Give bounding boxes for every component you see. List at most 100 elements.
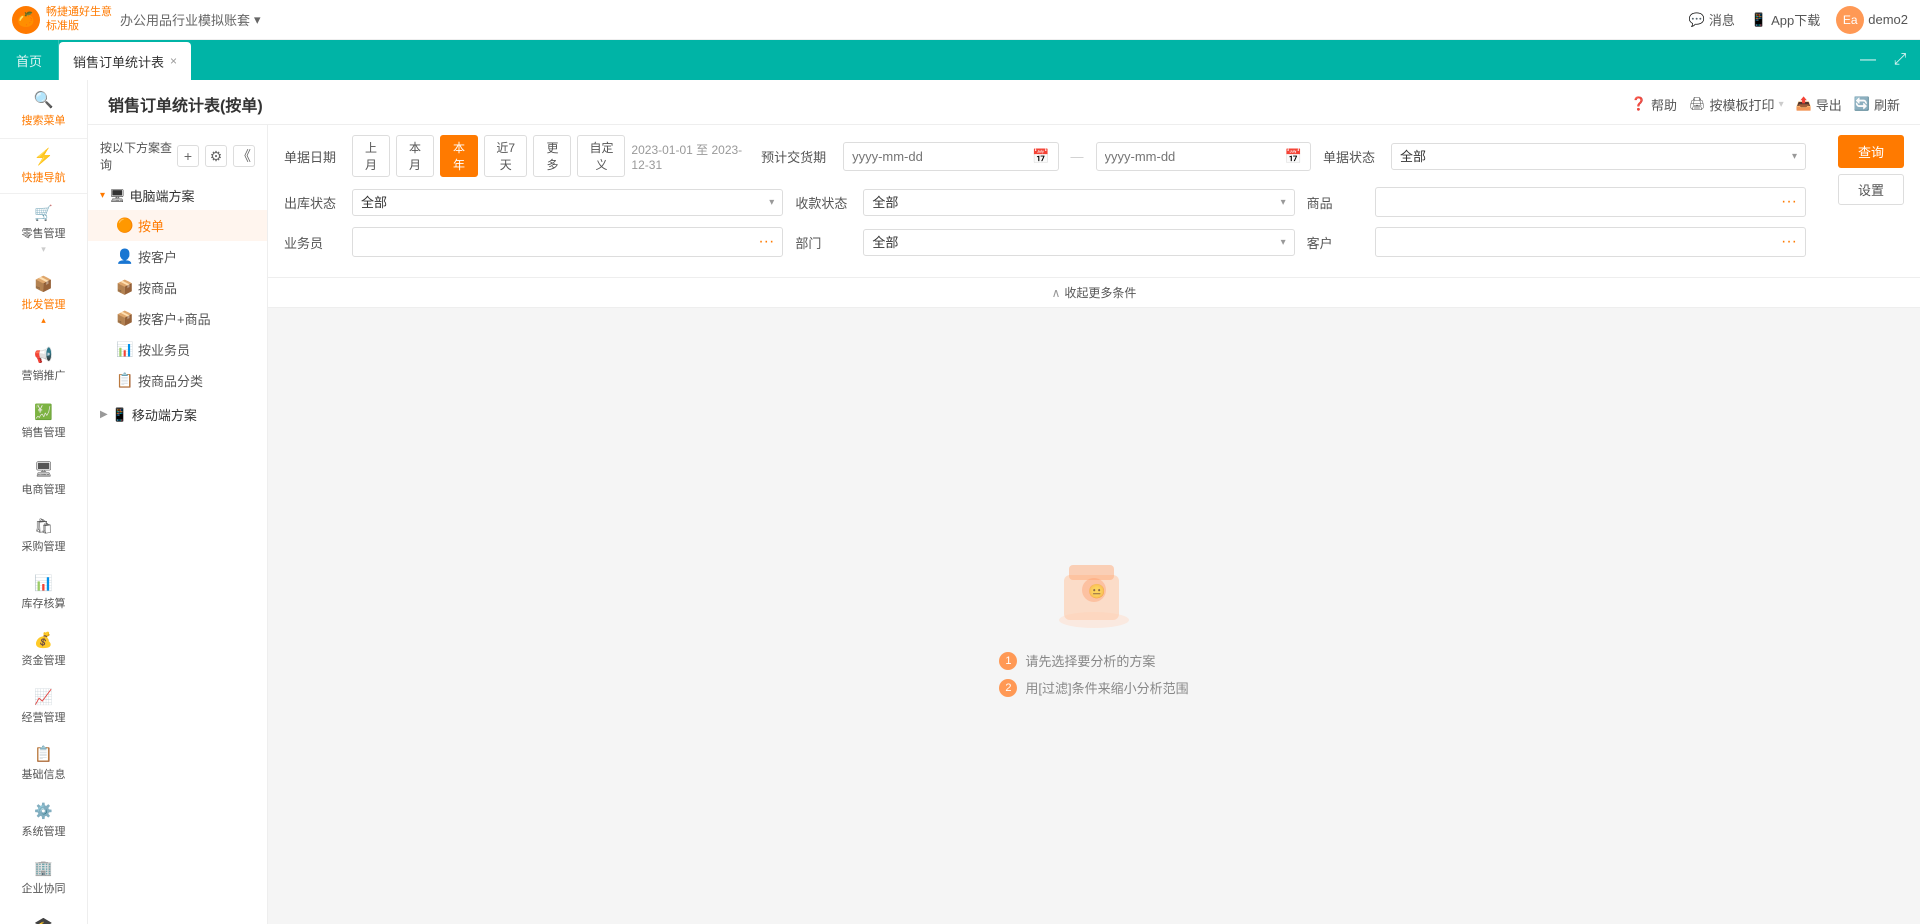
right-area: 单据日期 上月 本月 本年 近7天 更多 自定义 2023-01-01 至 20… [268,125,1920,924]
scheme-add-button[interactable]: + [177,145,199,167]
salesperson-input-wrap[interactable]: ··· [352,227,783,257]
delivery-select-wrap: 全部 ▾ [352,189,783,216]
help-icon: ❓ [1631,96,1647,112]
sidebar-item-ecommerce[interactable]: 🖥 电商管理 [0,450,87,507]
tip-2-text: 用[过滤]条件来缩小分析范围 [1025,678,1188,697]
payment-select[interactable]: 全部 [872,195,1280,210]
marketing-icon: 📢 [34,346,53,364]
app-download-button[interactable]: 📱 App下载 [1751,10,1820,29]
date-btn-this-month[interactable]: 本月 [396,135,434,177]
breadcrumb-text: 办公用品行业模拟账套 [120,10,250,29]
date-btn-more[interactable]: 更多 [533,135,571,177]
scheme-section-mobile: ▶ 📱 移动端方案 [88,400,267,429]
scheme-product-icon: 📦 [116,279,132,296]
sidebar-item-operation[interactable]: 📈 经营管理 [0,678,87,735]
expand-button[interactable]: ⤢ [1888,48,1912,72]
tab-close-icon[interactable]: × [170,54,177,68]
collapse-bar[interactable]: ∧ 收起更多条件 [268,278,1920,308]
scheme-section-pc: ▾ 🖥 电脑端方案 🟠 按单 👤 按客户 📦 按商品 [88,181,267,396]
product-dots-icon[interactable]: ··· [1781,193,1797,211]
expected-date-start-input[interactable] [852,149,1028,164]
help-button[interactable]: ❓ 帮助 [1631,95,1677,114]
setting-button[interactable]: 设置 [1838,174,1904,205]
sidebar-item-system[interactable]: ⚙️ 系统管理 [0,792,87,849]
scheme-category-icon: 📋 [116,372,132,389]
scheme-settings-button[interactable]: ⚙ [205,145,227,167]
scheme-item-by-order[interactable]: 🟠 按单 [88,210,267,241]
delivery-select[interactable]: 全部 [361,195,769,210]
expected-date-end[interactable]: 📅 [1096,142,1311,171]
scheme-item-by-category[interactable]: 📋 按商品分类 [88,365,267,396]
message-icon: 💬 [1689,12,1705,28]
refresh-icon: 🔄 [1854,96,1870,112]
sidebar-item-purchase[interactable]: 🛍 采购管理 [0,507,87,564]
date-group: 上月 本月 本年 近7天 更多 自定义 2023-01-01 至 2023-12… [352,135,749,177]
scheme-pc-icon: 🖥 [109,188,126,204]
filter-row-2: 出库状态 全部 ▾ 收款状态 全部 [284,187,1806,217]
sidebar-item-finance[interactable]: 💰 资金管理 [0,621,87,678]
print-icon: 🖨 [1689,96,1706,112]
minimize-button[interactable]: — [1856,48,1880,72]
product-input[interactable] [1384,195,1781,210]
customer-dots-icon[interactable]: ··· [1781,233,1797,251]
expected-date-start[interactable]: 📅 [843,142,1058,171]
sidebar-search[interactable]: 🔍 搜索菜单 [0,80,87,139]
sidebar-item-wholesale[interactable]: 📦 批发管理 ▴ [0,265,87,336]
scheme-header-label: 按以下方案查询 [100,139,177,173]
dept-select[interactable]: 全部 [872,235,1280,250]
empty-tip-2: 2 用[过滤]条件来缩小分析范围 [999,678,1188,697]
export-icon: 📤 [1796,96,1812,112]
date-separator: — [1071,149,1084,164]
scheme-section-pc-title[interactable]: ▾ 🖥 电脑端方案 [88,181,267,210]
status-select[interactable]: 全部 [1400,149,1792,164]
export-button[interactable]: 📤 导出 [1796,95,1842,114]
tab-home[interactable]: 首页 [0,40,59,80]
scheme-item-by-product[interactable]: 📦 按商品 [88,272,267,303]
scheme-item-by-salesperson[interactable]: 📊 按业务员 [88,334,267,365]
collapse-label: 收起更多条件 [1064,284,1136,301]
breadcrumb-arrow-icon: ▾ [254,12,261,28]
date-btn-last-month[interactable]: 上月 [352,135,390,177]
scheme-actions: + ⚙ 《 [177,145,255,167]
sidebar-item-retail[interactable]: 🛒 零售管理 ▾ [0,194,87,265]
salesperson-dots-icon[interactable]: ··· [758,233,774,251]
customer-input[interactable] [1384,235,1781,250]
customer-input-wrap[interactable]: ··· [1375,227,1806,257]
refresh-button[interactable]: 🔄 刷新 [1854,95,1900,114]
expected-date-end-input[interactable] [1105,149,1281,164]
message-button[interactable]: 💬 消息 [1689,10,1735,29]
avatar: Ea [1836,6,1864,34]
payment-select-wrap: 全部 ▾ [863,189,1294,216]
scheme-item-by-customer[interactable]: 👤 按客户 [88,241,267,272]
filter-fields: 单据日期 上月 本月 本年 近7天 更多 自定义 2023-01-01 至 20… [268,125,1822,277]
salesperson-label: 业务员 [284,233,340,252]
sidebar-item-sales[interactable]: 💹 销售管理 [0,393,87,450]
user-profile[interactable]: Ea demo2 [1836,6,1908,34]
date-btn-7days[interactable]: 近7天 [484,135,528,177]
collapse-icon: ∧ [1052,286,1061,300]
print-arrow-icon: ▾ [1779,99,1784,110]
filter-row-3: 业务员 ··· 部门 全部 ▾ [284,227,1806,257]
scheme-panel: 按以下方案查询 + ⚙ 《 ▾ 🖥 电脑端方案 🟠 按 [88,125,268,924]
payment-select-arrow-icon: ▾ [1281,197,1286,208]
sidebar-item-newuser[interactable]: 🎓 新手引导 [0,906,87,924]
sidebar-item-enterprise[interactable]: 🏢 企业协同 [0,849,87,906]
scheme-pc-arrow-icon: ▾ [100,190,105,201]
top-bar-right: 💬 消息 📱 App下载 Ea demo2 [1689,6,1908,34]
print-button[interactable]: 🖨 按模板打印 ▾ [1689,95,1784,114]
sidebar-nav[interactable]: ⚡ 快捷导航 [0,139,87,194]
query-button[interactable]: 查询 [1838,135,1904,168]
sidebar-item-marketing[interactable]: 📢 营销推广 [0,336,87,393]
date-btn-custom[interactable]: 自定义 [577,135,625,177]
scheme-section-mobile-title[interactable]: ▶ 📱 移动端方案 [88,400,267,429]
sidebar-item-basic[interactable]: 📋 基础信息 [0,735,87,792]
sidebar-item-stock[interactable]: 📊 库存核算 [0,564,87,621]
product-input-wrap[interactable]: ··· [1375,187,1806,217]
date-btn-this-year[interactable]: 本年 [440,135,478,177]
scheme-collapse-button[interactable]: 《 [233,145,255,167]
payment-label: 收款状态 [795,193,851,212]
scheme-item-by-customer-product[interactable]: 📦 按客户+商品 [88,303,267,334]
salesperson-input[interactable] [361,235,758,250]
tab-active[interactable]: 销售订单统计表 × [59,42,191,80]
breadcrumb[interactable]: 办公用品行业模拟账套 ▾ [120,10,261,29]
